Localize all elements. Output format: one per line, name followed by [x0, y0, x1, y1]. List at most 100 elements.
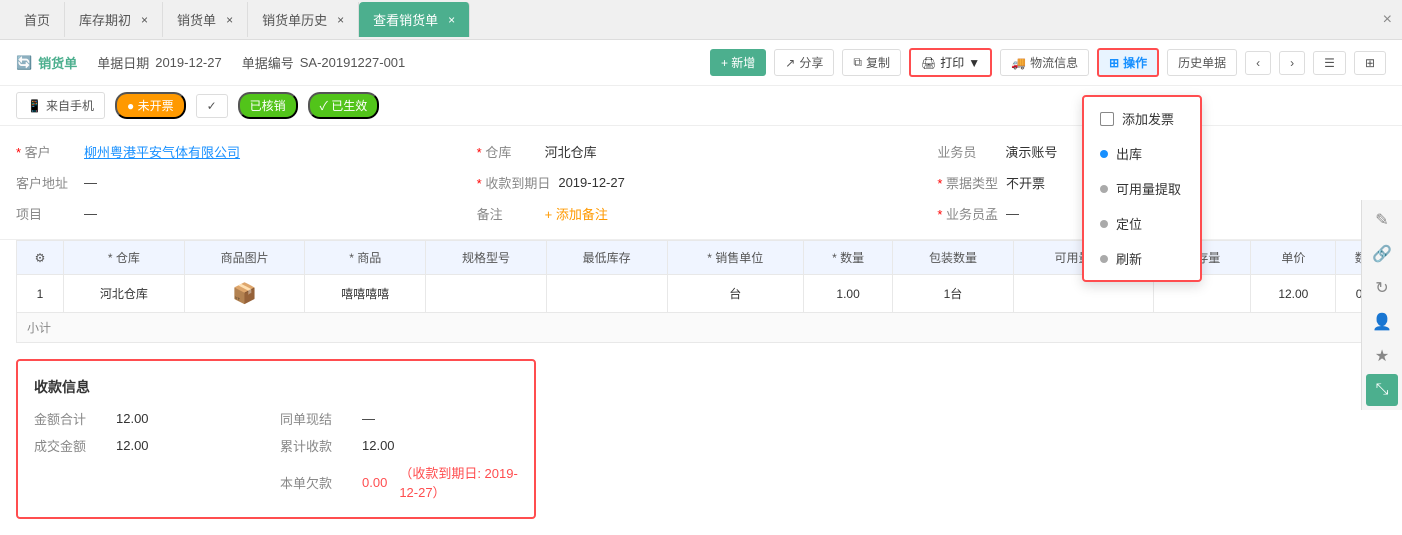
refresh-icon — [1100, 255, 1108, 263]
payment-box: 收款信息 金额合计 12.00 成交金额 12.00 同单现结 — 累计收款 — [16, 359, 536, 519]
truck-icon: 🚚 — [1011, 56, 1026, 70]
tab-sales-order-label: 销货单 — [177, 10, 216, 29]
customer-value[interactable]: 柳州粤港平安气体有限公司 — [84, 142, 240, 161]
row-product[interactable]: 嘻嘻嘻嘻 — [305, 275, 426, 313]
add-invoice-item[interactable]: 添加发票 — [1084, 101, 1200, 136]
print-button[interactable]: 🖨 打印 ▼ — [909, 48, 992, 77]
operations-button[interactable]: ⊞ 操作 — [1097, 48, 1159, 77]
logistics-button[interactable]: 🚚 物流信息 — [1000, 49, 1089, 76]
tab-bar-close-button[interactable]: × — [1383, 11, 1392, 29]
available-pickup-label: 可用量提取 — [1116, 179, 1181, 198]
cumulative-value: 12.00 — [362, 438, 395, 453]
not-opened-label: 未开票 — [138, 99, 174, 113]
tab-sales-history-label: 销货单历史 — [262, 10, 327, 29]
add-note-button[interactable]: + 添加备注 — [545, 204, 608, 223]
address-value: — — [84, 175, 97, 190]
due-date-row: 收款到期日 2019-12-27 — [477, 173, 926, 192]
note-row: 备注 + 添加备注 — [477, 204, 926, 223]
tab-home[interactable]: 首页 — [10, 2, 65, 37]
nav-prev-button[interactable]: ‹ — [1245, 51, 1271, 75]
print-dropdown-arrow: ▼ — [968, 56, 980, 70]
tab-inventory-init[interactable]: 库存期初 × — [65, 2, 163, 37]
ticket-label: 票据类型 — [937, 173, 998, 192]
sidebar-edit-icon[interactable]: ✎ — [1366, 204, 1398, 236]
from-phone-label: 来自手机 — [46, 97, 94, 114]
owed-row: 本单欠款 0.00 （收款到期日: 2019-12-27） — [280, 463, 518, 501]
address-label: 客户地址 — [16, 173, 76, 192]
operations-icon: ⊞ — [1109, 56, 1119, 70]
col-qty: * 数量 — [804, 241, 893, 275]
cumulative-row: 累计收款 12.00 — [280, 436, 518, 455]
history-button[interactable]: 历史单据 — [1167, 49, 1237, 76]
row-image: 📦 — [184, 275, 305, 313]
print-icon: 🖨 — [921, 56, 936, 70]
warehouse-row: 仓库 河北仓库 — [477, 142, 926, 161]
warehouse-value: 河北仓库 — [545, 142, 597, 161]
deal-value: 12.00 — [116, 438, 149, 453]
nav-next-button[interactable]: › — [1279, 51, 1305, 75]
owed-note: （收款到期日: 2019-12-27） — [399, 463, 518, 501]
sidebar-expand-icon[interactable]: ⤡ — [1366, 374, 1398, 406]
tab-view-sales[interactable]: 查看销货单 × — [359, 2, 470, 37]
verify-badge[interactable]: 已核销 — [238, 92, 298, 119]
new-button[interactable]: + 新增 — [710, 49, 766, 76]
doc-number-label: 单据编号 — [242, 53, 294, 72]
logistics-label: 物流信息 — [1030, 54, 1078, 71]
share-button[interactable]: ↗ 分享 — [774, 49, 834, 76]
view-list-button[interactable]: ☰ — [1313, 51, 1346, 75]
col-price: 单价 — [1251, 241, 1336, 275]
salesperson-value: — — [1006, 206, 1019, 221]
doc-type-icon: 🔄 — [16, 55, 32, 71]
sidebar-link-icon[interactable]: 🔗 — [1366, 238, 1398, 270]
tab-view-sales-close[interactable]: × — [448, 13, 455, 27]
available-pickup-icon — [1100, 185, 1108, 193]
operations-dropdown: 添加发票 出库 可用量提取 定位 刷新 — [1082, 95, 1202, 282]
effective-label: 已生效 — [331, 99, 367, 113]
settlement-value: — — [362, 411, 375, 426]
col-product: * 商品 — [305, 241, 426, 275]
tab-sales-order-close[interactable]: × — [226, 13, 233, 27]
sidebar-refresh-icon[interactable]: ↻ — [1366, 272, 1398, 304]
owed-value: 0.00 — [362, 475, 387, 490]
tab-sales-order[interactable]: 销货单 × — [163, 2, 248, 37]
row-spec — [426, 275, 547, 313]
cumulative-label: 累计收款 — [280, 436, 350, 455]
row-min-stock — [546, 275, 667, 313]
effective-icon: ✓ — [320, 99, 328, 113]
customer-row: 客户 柳州粤港平安气体有限公司 — [16, 142, 465, 161]
note-label: 备注 — [477, 204, 537, 223]
col-gear[interactable]: ⚙ — [17, 241, 64, 275]
doc-title: 🔄 销货单 — [16, 53, 77, 72]
sidebar-star-icon[interactable]: ★ — [1366, 340, 1398, 372]
tab-inventory-init-close[interactable]: × — [141, 13, 148, 27]
total-label: 金额合计 — [34, 409, 104, 428]
not-opened-badge[interactable]: ● 未开票 — [115, 92, 186, 119]
outbound-item[interactable]: 出库 — [1084, 136, 1200, 171]
effective-badge[interactable]: ✓ 已生效 — [308, 92, 380, 119]
payment-right: 同单现结 — 累计收款 12.00 本单欠款 0.00 （收款到期日: 2019… — [280, 409, 518, 501]
tab-sales-history-close[interactable]: × — [337, 13, 344, 27]
doc-date-value: 2019-12-27 — [155, 55, 222, 70]
verify-label: 已核销 — [250, 99, 286, 113]
verify-button[interactable]: ✓ — [196, 94, 228, 118]
print-label: 打印 — [940, 54, 964, 71]
row-qty: 1.00 — [804, 275, 893, 313]
total-value: 12.00 — [116, 411, 149, 426]
total-row: 金额合计 12.00 — [34, 409, 272, 428]
project-value: — — [84, 206, 97, 221]
available-pickup-item[interactable]: 可用量提取 — [1084, 171, 1200, 206]
add-invoice-icon — [1100, 112, 1114, 126]
staff-value: 演示账号 — [1005, 142, 1057, 161]
tab-sales-history[interactable]: 销货单历史 × — [248, 2, 359, 37]
locate-label: 定位 — [1116, 214, 1142, 233]
view-grid-button[interactable]: ⊞ — [1354, 51, 1386, 75]
circle-icon: ● — [127, 99, 134, 113]
from-phone-button[interactable]: 📱 来自手机 — [16, 92, 105, 119]
locate-item[interactable]: 定位 — [1084, 206, 1200, 241]
customer-label: 客户 — [16, 142, 76, 161]
refresh-item[interactable]: 刷新 — [1084, 241, 1200, 276]
sidebar-user-icon[interactable]: 👤 — [1366, 306, 1398, 338]
staff-label: 业务员 — [937, 142, 997, 161]
copy-button[interactable]: ⧉ 复制 — [842, 49, 901, 76]
locate-icon — [1100, 220, 1108, 228]
